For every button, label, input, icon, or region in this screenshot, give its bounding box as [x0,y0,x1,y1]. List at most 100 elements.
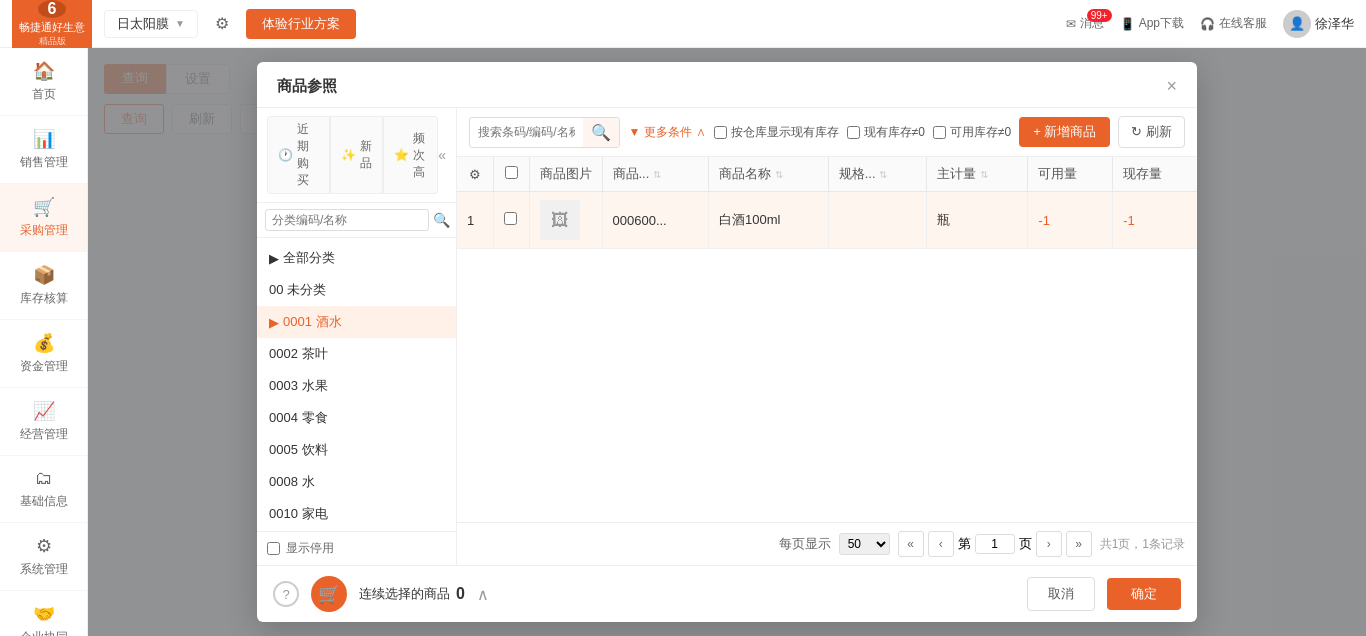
collapse-panel-button[interactable]: « [438,147,446,163]
row-checkbox[interactable] [504,212,517,225]
star-icon: ⭐ [394,148,409,162]
category-item-fruit[interactable]: 0003 水果 [257,370,456,402]
category-item-drink[interactable]: 0005 饮料 [257,434,456,466]
sidebar-item-home[interactable]: 🏠 首页 [0,48,87,116]
category-label: 0010 家电 [269,505,328,523]
add-product-button[interactable]: + 新增商品 [1019,117,1110,147]
modal-body: 🕐 近期购买 ✨ 新品 ⭐ 频次高 [257,108,1197,565]
arrow-icon: ▶ [269,315,279,330]
tab-new-product[interactable]: ✨ 新品 [330,116,383,194]
sidebar-item-label: 基础信息 [20,493,68,510]
message-button[interactable]: ✉ 消息 99+ [1066,15,1104,32]
page-prev-button[interactable]: ‹ [928,531,954,557]
th-label: 主计量 [937,166,976,181]
cancel-button[interactable]: 取消 [1027,577,1095,611]
refresh-button[interactable]: ↻ 刷新 [1118,116,1185,148]
th-unit[interactable]: 主计量 ⇅ [926,157,1027,192]
td-name: 白酒100ml [708,192,828,249]
sidebar-item-sales[interactable]: 📊 销售管理 [0,116,87,184]
category-item-tea[interactable]: 0002 茶叶 [257,338,456,370]
table-header-row: ⚙ 商品图片 商品... ⇅ [457,157,1197,192]
footer-collapse-icon[interactable]: ∧ [477,585,489,604]
enterprise-icon: 🤝 [33,603,55,625]
th-available[interactable]: 可用量 [1028,157,1113,192]
sidebar-item-inventory[interactable]: 📦 库存核算 [0,252,87,320]
show-disabled-checkbox[interactable] [267,542,280,555]
th-settings[interactable]: ⚙ [457,157,493,192]
navbar-sub: 精品版 [39,35,66,48]
filter-button[interactable]: ▼ 更多条件 ∧ [628,124,705,141]
page-label-text: 第 [958,535,971,553]
th-spec[interactable]: 规格... ⇅ [828,157,926,192]
category-label: 0008 水 [269,473,315,491]
select-all-checkbox[interactable] [505,166,518,179]
left-panel-tabs: 🕐 近期购买 ✨ 新品 ⭐ 频次高 [267,116,438,194]
service-button[interactable]: 🎧 在线客服 [1200,15,1267,32]
cart-button[interactable]: 🛒 [311,576,347,612]
avatar: 👤 [1283,10,1311,38]
th-product-code[interactable]: 商品... ⇅ [602,157,708,192]
category-item-snack[interactable]: 0004 零食 [257,402,456,434]
logo-icon: 6 [38,0,66,18]
sidebar-item-purchase[interactable]: 🛒 采购管理 [0,184,87,252]
category-search-input[interactable] [265,209,429,231]
navbar-dropdown[interactable]: 日太阳膜 ▼ [104,10,198,38]
category-search-icon[interactable]: 🔍 [433,212,450,228]
operations-icon: 📈 [33,400,55,422]
confirm-button[interactable]: 确定 [1107,578,1181,610]
checkbox-nonzero-stock[interactable]: 现有库存≠0 [847,124,925,141]
td-code: 000600... [602,192,708,249]
category-item-water[interactable]: 0008 水 [257,466,456,498]
app-label: App下载 [1139,15,1184,32]
available-stock-checkbox[interactable] [933,126,946,139]
page-next-button[interactable]: › [1036,531,1062,557]
sidebar-item-system[interactable]: ⚙ 系统管理 [0,523,87,591]
checkbox-label: 现有库存≠0 [864,124,925,141]
sidebar-item-basic-info[interactable]: 🗂 基础信息 [0,456,87,523]
per-page-label: 每页显示 [779,535,831,553]
product-search-input[interactable] [470,120,583,144]
sidebar-item-label: 企业协同 [20,629,68,636]
right-panel: 🔍 ▼ 更多条件 ∧ 按仓库显示现有库存 [457,108,1197,565]
sidebar-item-finance[interactable]: 💰 资金管理 [0,320,87,388]
td-checkbox[interactable] [493,192,529,249]
td-unit: 瓶 [926,192,1027,249]
tab-label: 新品 [360,138,372,172]
pagination-row: 每页显示 50 100 200 « ‹ 第 页 [457,522,1197,565]
tab-recent-purchase[interactable]: 🕐 近期购买 [267,116,330,194]
gear-icon[interactable]: ⚙ [206,8,238,40]
category-item-liquor[interactable]: ▶ 0001 酒水 [257,306,456,338]
warehouse-stock-checkbox[interactable] [714,126,727,139]
table-row[interactable]: 1 🖼 000600... 白酒100ml 瓶 [457,192,1197,249]
modal-overlay: 商品参照 × 🕐 近期购买 [88,48,1366,636]
nonzero-stock-checkbox[interactable] [847,126,860,139]
tab-frequent[interactable]: ⭐ 频次高 [383,116,438,194]
checkbox-warehouse-stock[interactable]: 按仓库显示现有库存 [714,124,839,141]
page-number-input[interactable] [975,534,1015,554]
filter-label: 更多条件 ∧ [644,124,705,141]
checkbox-available-stock[interactable]: 可用库存≠0 [933,124,1011,141]
category-item-appliance[interactable]: 0010 家电 [257,498,456,530]
page-first-button[interactable]: « [898,531,924,557]
navbar-brand: 畅捷通好生意 [19,20,85,35]
category-item-uncategorized[interactable]: 00 未分类 [257,274,456,306]
trial-button[interactable]: 体验行业方案 [246,9,356,39]
app-download-button[interactable]: 📱 App下载 [1120,15,1184,32]
th-product-name[interactable]: 商品名称 ⇅ [708,157,828,192]
sidebar-item-enterprise[interactable]: 🤝 企业协同 [0,591,87,636]
left-panel: 🕐 近期购买 ✨ 新品 ⭐ 频次高 [257,108,457,565]
modal-header: 商品参照 × [257,62,1197,108]
help-icon[interactable]: ? [273,581,299,607]
chevron-down-icon: ▼ [175,18,185,29]
page-last-button[interactable]: » [1066,531,1092,557]
product-search-icon[interactable]: 🔍 [583,118,619,147]
recent-icon: 🕐 [278,148,293,162]
per-page-select[interactable]: 50 100 200 [839,533,890,555]
user-menu[interactable]: 👤 徐泽华 [1283,10,1354,38]
product-reference-modal: 商品参照 × 🕐 近期购买 [257,62,1197,622]
modal-close-button[interactable]: × [1166,76,1177,97]
category-item-all[interactable]: ▶ 全部分类 [257,242,456,274]
sidebar-item-operations[interactable]: 📈 经营管理 [0,388,87,456]
td-row-num: 1 [457,192,493,249]
sales-icon: 📊 [33,128,55,150]
